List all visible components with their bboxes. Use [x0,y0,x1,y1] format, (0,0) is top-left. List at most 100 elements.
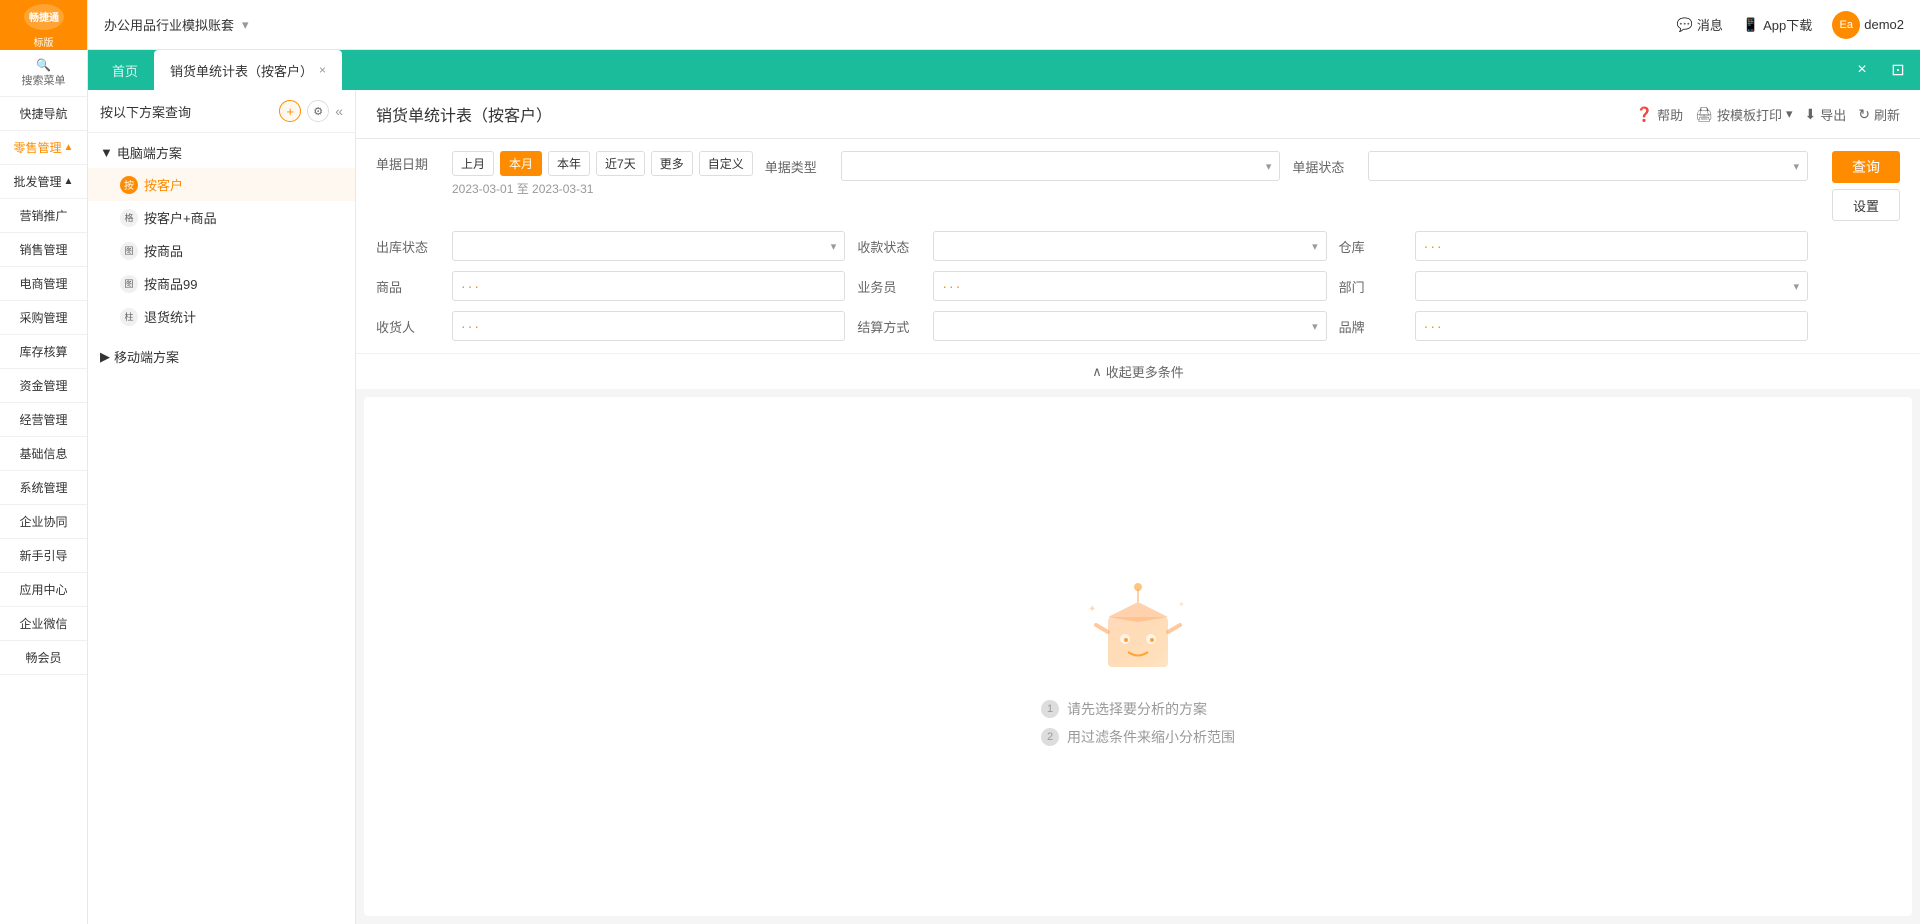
desktop-arrow-icon: ▼ [100,145,113,160]
doctype-arrow-icon: ▾ [1266,160,1272,173]
user-profile[interactable]: Ea demo2 [1832,11,1904,39]
settlement-arrow-icon: ▾ [1312,320,1318,333]
empty-tips: 1 请先选择要分析的方案 2 用过滤条件来缩小分析范围 [1041,699,1235,747]
svg-text:✦: ✦ [1088,604,1096,615]
print-icon: 🖨 [1695,106,1713,123]
mobile-group-label[interactable]: ▶ 移动端方案 [88,341,355,372]
sidebar-item-system[interactable]: 系统管理 [0,471,87,505]
topbar-left: 办公用品行业模拟账套 ▾ [104,15,249,34]
tip-num-1: 1 [1041,700,1059,718]
sidebar-item-wholesale[interactable]: 批发管理 ▲ [0,165,87,199]
sidebar-item-marketing[interactable]: 营销推广 [0,199,87,233]
dept-label: 部门 [1339,277,1409,296]
sidebar-item-purchase[interactable]: 采购管理 [0,301,87,335]
stock-out-select[interactable]: ▾ [452,231,845,261]
tree-item-return-stats[interactable]: 柱 退货统计 [88,300,355,333]
message-btn[interactable]: 💬 消息 [1677,15,1723,34]
empty-state: ✦ ✦ 1 请先选择要分析的方案 2 用过滤条件来缩小分析范围 [364,397,1912,916]
mobile-arrow-icon: ▶ [100,349,110,365]
product-icon: 图 [120,242,138,260]
topbar-arrow-icon[interactable]: ▾ [242,17,249,33]
filter-brand-group: 品牌 ··· [1339,311,1808,341]
recipient-select[interactable]: ··· [452,311,845,341]
filter-date-group: 单据日期 上月 本月 本年 近7天 更多 自定义 2023-03-01 至 20… [376,151,753,197]
settings-btn[interactable]: 设置 [1832,189,1900,221]
app-logo: 畅捷通 标版 [0,0,87,50]
warehouse-select[interactable]: ··· [1415,231,1808,261]
app-download-btn[interactable]: 📱 App下载 [1743,15,1812,34]
this-month-btn[interactable]: 本月 [500,151,542,176]
tree-item-by-product99[interactable]: 图 按商品99 [88,267,355,300]
close-window-btn[interactable]: × [1848,56,1876,84]
desktop-group-label[interactable]: ▼ 电脑端方案 [88,137,355,168]
tree-item-by-customer[interactable]: 按 按客户 [88,168,355,201]
template-print-btn[interactable]: 🖨 按模板打印 ▾ [1695,105,1792,124]
sidebar-item-member[interactable]: 畅会员 [0,641,87,675]
topbar-right: 💬 消息 📱 App下载 Ea demo2 [1677,11,1904,39]
return-icon: 柱 [120,308,138,326]
product-select[interactable]: ··· [452,271,845,301]
sidebar-item-quick-nav[interactable]: 快捷导航 [0,97,87,131]
tab-home[interactable]: 首页 [96,50,154,90]
warehouse-label: 仓库 [1339,237,1409,256]
collapse-more-btn[interactable]: ∧ 收起更多条件 [356,353,1920,389]
brand-select[interactable]: ··· [1415,311,1808,341]
tab-close-btn[interactable]: × [319,63,326,77]
last-month-btn[interactable]: 上月 [452,151,494,176]
tree-mobile-section: ▶ 移动端方案 [88,337,355,376]
export-btn[interactable]: ⬇ 导出 [1805,105,1847,124]
refresh-btn[interactable]: ↻ 刷新 [1858,105,1900,124]
tree-item-by-customer-product[interactable]: 格 按客户+商品 [88,201,355,234]
page-header: 销货单统计表（按客户） ❓ 帮助 🖨 按模板打印 ▾ ⬇ [356,90,1920,139]
salesperson-label: 业务员 [857,277,927,296]
product-dots: ··· [461,278,481,294]
sidebar-item-basic[interactable]: 基础信息 [0,437,87,471]
filter-warehouse-group: 仓库 ··· [1339,231,1808,261]
doc-type-select[interactable]: ▾ [841,151,1281,181]
custom-btn[interactable]: 自定义 [699,151,753,176]
more-btn[interactable]: 更多 [651,151,693,176]
date-label: 单据日期 [376,154,446,173]
help-btn[interactable]: ❓ 帮助 [1636,105,1683,124]
sidebar-item-corpwechat[interactable]: 企业微信 [0,607,87,641]
filter-row-1: 单据日期 上月 本月 本年 近7天 更多 自定义 2023-03-01 至 20… [376,151,1900,221]
filter-row-4: 收货人 ··· 结算方式 ▾ 品牌 [376,311,1900,341]
this-year-btn[interactable]: 本年 [548,151,590,176]
filter-dept-group: 部门 ▾ [1339,271,1808,301]
sidebar-item-newuser[interactable]: 新手引导 [0,539,87,573]
payment-select[interactable]: ▾ [933,231,1326,261]
export-icon: ⬇ [1805,106,1817,123]
search-menu[interactable]: 🔍 搜索菜单 [0,50,87,97]
salesperson-select[interactable]: ··· [933,271,1326,301]
message-icon: 💬 [1677,17,1693,33]
content-area: 按以下方案查询 + ⚙ « ▼ 电脑端方案 按 [88,90,1920,924]
last7days-btn[interactable]: 近7天 [596,151,645,176]
settlement-select[interactable]: ▾ [933,311,1326,341]
recipient-label: 收货人 [376,317,446,336]
topbar: 办公用品行业模拟账套 ▾ 💬 消息 📱 App下载 Ea demo2 [88,0,1920,50]
doctype-label: 单据类型 [765,157,835,176]
doc-status-select[interactable]: ▾ [1368,151,1808,181]
sidebar-item-inventory[interactable]: 库存核算 [0,335,87,369]
edit-scheme-btn[interactable]: ⚙ [307,100,329,122]
help-icon: ❓ [1636,106,1653,123]
sidebar-item-finance[interactable]: 资金管理 [0,369,87,403]
maximize-window-btn[interactable]: ⊡ [1884,56,1912,84]
filter-doctype-group: 单据类型 ▾ [765,151,1281,181]
tree-desktop-section: ▼ 电脑端方案 按 按客户 格 按客户+商品 图 按商品 图 按商品99 [88,133,355,337]
sidebar-item-operations[interactable]: 经营管理 [0,403,87,437]
sidebar-item-sales[interactable]: 销售管理 [0,233,87,267]
sidebar-item-appcenter[interactable]: 应用中心 [0,573,87,607]
add-scheme-btn[interactable]: + [279,100,301,122]
stockout-label: 出库状态 [376,237,446,256]
sidebar-item-retail[interactable]: 零售管理 ▲ [0,131,87,165]
sidebar-item-enterprise[interactable]: 企业协同 [0,505,87,539]
query-btn[interactable]: 查询 [1832,151,1900,183]
left-panel-title: 按以下方案查询 [100,102,191,121]
tree-item-by-product[interactable]: 图 按商品 [88,234,355,267]
page-title: 销货单统计表（按客户） [376,102,552,126]
dept-select[interactable]: ▾ [1415,271,1808,301]
sidebar-item-ecommerce[interactable]: 电商管理 [0,267,87,301]
collapse-panel-btn[interactable]: « [335,103,343,119]
tab-active[interactable]: 销货单统计表（按客户） × [154,50,342,90]
